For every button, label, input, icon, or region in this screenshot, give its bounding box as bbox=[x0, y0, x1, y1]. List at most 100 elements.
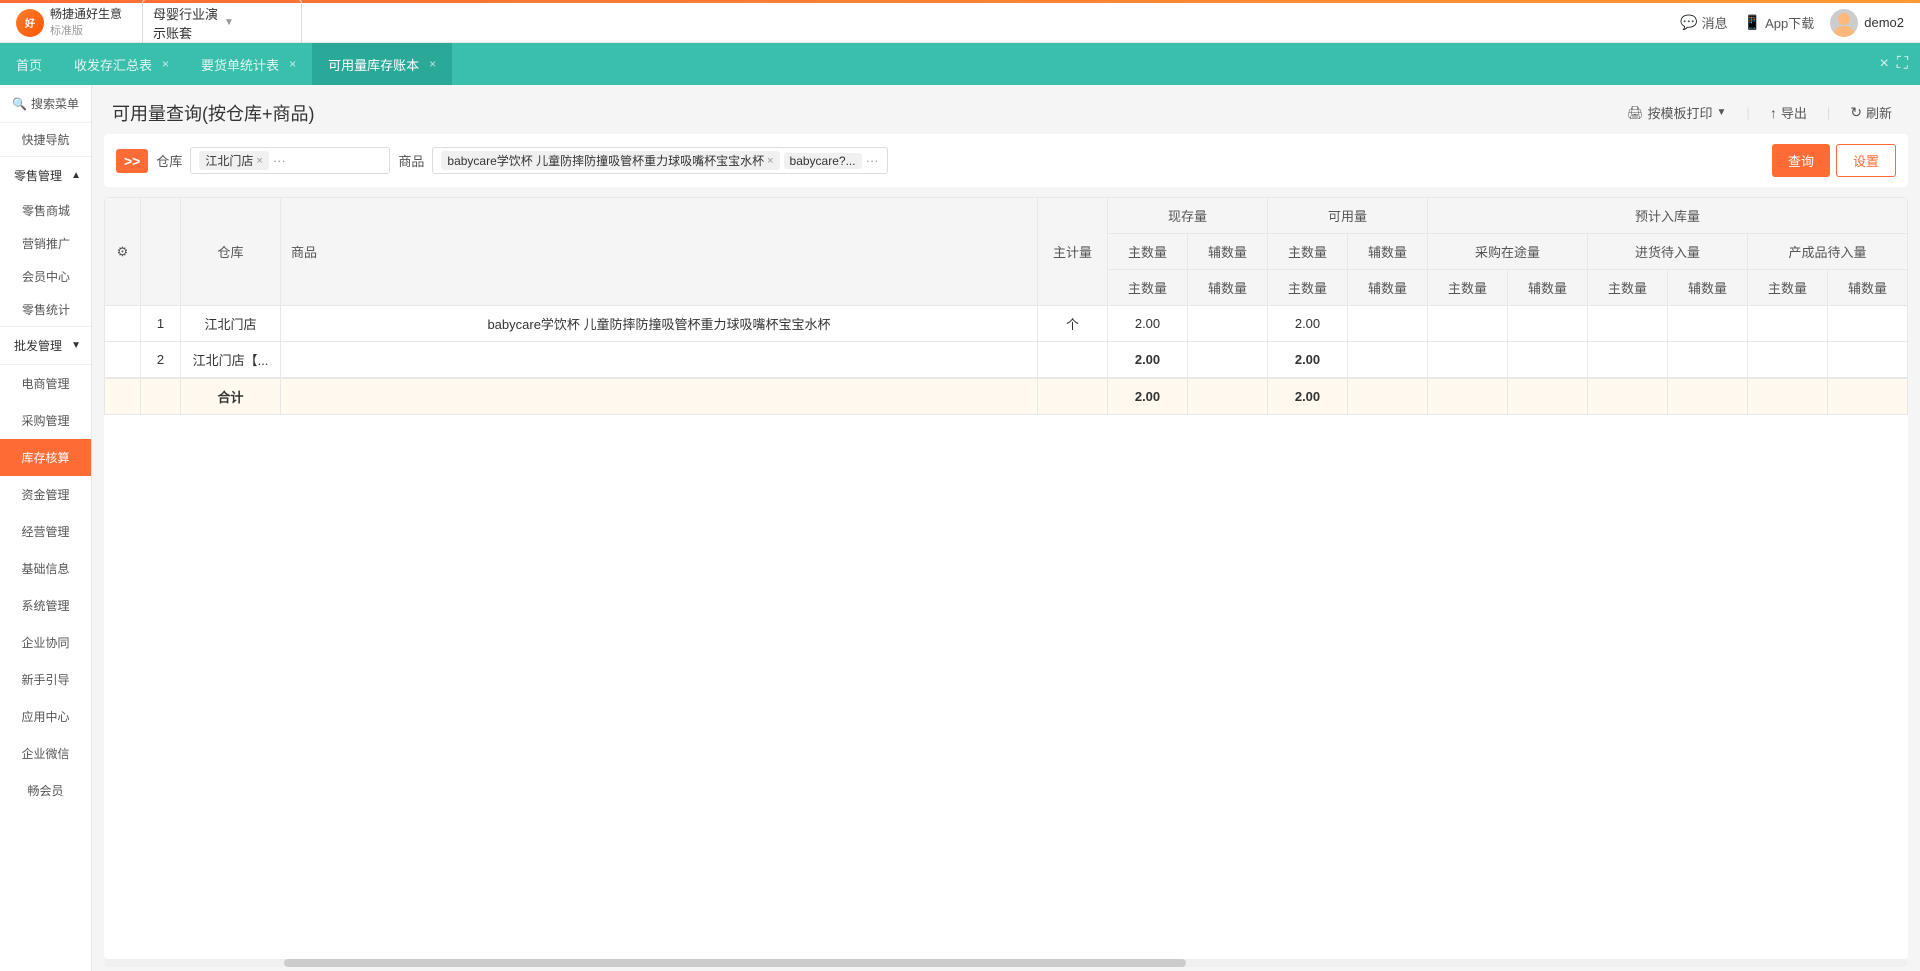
sidebar-item-system-mgmt[interactable]: 系统管理 bbox=[0, 587, 91, 624]
tab-available-stock[interactable]: 可用量库存账本 × bbox=[312, 43, 452, 85]
product-tag-1: babycare学饮杯 儿童防摔防撞吸管杯重力球吸嘴杯宝宝水杯 × bbox=[441, 151, 779, 170]
th-av-main: 主数量 bbox=[1268, 270, 1348, 306]
row1-prod-aux bbox=[1828, 306, 1908, 342]
sidebar-app-center-label: 应用中心 bbox=[21, 708, 69, 725]
sidebar-item-purchase-mgmt[interactable]: 采购管理 bbox=[0, 402, 91, 439]
row2-pur-aux bbox=[1508, 342, 1588, 379]
row1-warehouse: 江北门店 bbox=[181, 306, 281, 342]
product-tag-1-text: babycare学饮杯 儿童防摔防撞吸管杯重力球吸嘴杯宝宝水杯 bbox=[447, 152, 764, 169]
sidebar-item-marketing[interactable]: 营销推广 bbox=[0, 227, 91, 260]
footer-prod-aux bbox=[1828, 378, 1908, 415]
th-pend-aux: 辅数量 bbox=[1668, 270, 1748, 306]
th-pur-aux: 辅数量 bbox=[1508, 270, 1588, 306]
tab-collection-close[interactable]: × bbox=[162, 57, 169, 71]
tab-order-stats-label: 要货单统计表 bbox=[201, 55, 279, 74]
tab-available-stock-label: 可用量库存账本 bbox=[328, 55, 419, 74]
print-template-btn[interactable]: 🖨 按模板打印 ▼ bbox=[1619, 99, 1734, 126]
th-av-aux: 辅数量 bbox=[1348, 270, 1428, 306]
content-area: 可用量查询(按仓库+商品) 🖨 按模板打印 ▼ | ↑ 导出 | ↻ 刷新 bbox=[92, 85, 1920, 971]
divider2: | bbox=[1827, 105, 1830, 120]
tab-available-stock-close[interactable]: × bbox=[429, 57, 436, 71]
message-btn[interactable]: 消息 bbox=[1680, 13, 1727, 32]
sidebar-item-retail-mall[interactable]: 零售商城 bbox=[0, 194, 91, 227]
print-chevron-icon: ▼ bbox=[1717, 107, 1727, 118]
th-prod-aux: 辅数量 bbox=[1828, 270, 1908, 306]
tab-bar-actions: × ⛶ bbox=[1867, 43, 1920, 85]
sidebar-item-enterprise-wechat[interactable]: 企业微信 bbox=[0, 735, 91, 772]
sidebar-item-ecommerce-mgmt[interactable]: 电商管理 bbox=[0, 365, 91, 402]
logo-sub: 标准版 bbox=[50, 22, 122, 38]
scrollbar-thumb[interactable] bbox=[284, 959, 1186, 967]
logo-area: 好 畅捷通好生意 标准版 bbox=[16, 7, 122, 39]
tab-home-label: 首页 bbox=[16, 55, 42, 74]
message-icon bbox=[1680, 14, 1697, 31]
tab-order-stats[interactable]: 要货单统计表 × bbox=[185, 43, 312, 85]
sidebar-section-retail: 零售管理 ▲ 零售商城 营销推广 会员中心 零售统计 bbox=[0, 157, 91, 327]
sidebar-enterprise-wechat-label: 企业微信 bbox=[21, 745, 69, 762]
query-btn[interactable]: 查询 bbox=[1772, 144, 1830, 177]
tab-close-all-btn[interactable]: × bbox=[1879, 55, 1888, 73]
sidebar-item-vip-member[interactable]: 畅会员 bbox=[0, 772, 91, 809]
sidebar-item-app-center[interactable]: 应用中心 bbox=[0, 698, 91, 735]
horizontal-scrollbar[interactable] bbox=[104, 959, 1908, 967]
product-filter-ellipsis: ··· bbox=[866, 153, 879, 168]
top-bar-left: 好 畅捷通好生意 标准版 母婴行业演示账套 ▼ bbox=[16, 0, 302, 47]
data-table: ⚙ 仓库 商品 主计量 现存量 bbox=[104, 197, 1908, 415]
sidebar-item-wholesale-mgmt[interactable]: 批发管理 ▼ bbox=[0, 327, 91, 364]
app-label: App下载 bbox=[1765, 13, 1814, 32]
th-settings[interactable]: ⚙ bbox=[105, 198, 141, 306]
footer-settings bbox=[105, 378, 141, 415]
th-cs-aux: 辅数量 bbox=[1188, 270, 1268, 306]
org-selector[interactable]: 母婴行业演示账套 ▼ bbox=[142, 0, 302, 47]
sidebar-item-inventory-check[interactable]: 库存核算 bbox=[0, 439, 91, 476]
app-download-btn[interactable]: App下载 bbox=[1744, 13, 1815, 32]
footer-pend-main bbox=[1588, 378, 1668, 415]
sidebar-item-operations-mgmt[interactable]: 经营管理 bbox=[0, 513, 91, 550]
product-tag-1-close[interactable]: × bbox=[767, 155, 773, 167]
sidebar-operations-label: 经营管理 bbox=[21, 523, 69, 540]
top-bar: 好 畅捷通好生意 标准版 母婴行业演示账套 ▼ 消息 App下载 demo2 bbox=[0, 3, 1920, 43]
row2-product bbox=[281, 342, 1038, 379]
tab-collection-label: 收发存汇总表 bbox=[74, 55, 152, 74]
sidebar-item-member-center[interactable]: 会员中心 bbox=[0, 260, 91, 293]
tab-home[interactable]: 首页 bbox=[0, 43, 58, 85]
filter-toggle-btn[interactable]: >> bbox=[116, 149, 148, 173]
tab-order-stats-close[interactable]: × bbox=[289, 57, 296, 71]
org-name: 母婴行业演示账套 bbox=[153, 4, 220, 42]
sidebar-finance-label: 资金管理 bbox=[21, 486, 69, 503]
table-footer-row: 合计 2.00 2.00 bbox=[105, 378, 1908, 415]
footer-label: 合计 bbox=[181, 378, 281, 415]
tab-collection[interactable]: 收发存汇总表 × bbox=[58, 43, 185, 85]
export-btn[interactable]: ↑ 导出 bbox=[1762, 99, 1815, 126]
sidebar-item-retail-stats[interactable]: 零售统计 bbox=[0, 293, 91, 326]
refresh-label: 刷新 bbox=[1866, 103, 1892, 122]
sidebar-item-finance-mgmt[interactable]: 资金管理 bbox=[0, 476, 91, 513]
row1-available-main: 2.00 bbox=[1268, 306, 1348, 342]
chevron-down-icon: ▼ bbox=[224, 17, 291, 28]
settings-btn[interactable]: 设置 bbox=[1836, 144, 1896, 177]
sidebar-item-retail-mgmt[interactable]: 零售管理 ▲ bbox=[0, 157, 91, 194]
sidebar-new-guide-label: 新手引导 bbox=[21, 671, 69, 688]
warehouse-tag-1-close[interactable]: × bbox=[256, 155, 262, 167]
sidebar-search-label: 搜索菜单 bbox=[31, 95, 79, 112]
row1-pur-aux bbox=[1508, 306, 1588, 342]
row1-product: babycare学饮杯 儿童防摔防撞吸管杯重力球吸嘴杯宝宝水杯 bbox=[281, 306, 1038, 342]
refresh-btn[interactable]: ↻ 刷新 bbox=[1842, 99, 1900, 126]
sidebar-item-new-guide[interactable]: 新手引导 bbox=[0, 661, 91, 698]
product-filter-input[interactable]: babycare学饮杯 儿童防摔防撞吸管杯重力球吸嘴杯宝宝水杯 × babyca… bbox=[432, 147, 887, 174]
row2-available-main: 2.00 bbox=[1268, 342, 1348, 379]
sidebar-item-basic-info[interactable]: 基础信息 bbox=[0, 550, 91, 587]
row1-current-main: 2.00 bbox=[1108, 306, 1188, 342]
sidebar-item-enterprise-collab[interactable]: 企业协同 bbox=[0, 624, 91, 661]
sidebar-quick-nav[interactable]: 快捷导航 bbox=[0, 123, 91, 157]
row1-prod-main bbox=[1748, 306, 1828, 342]
quick-nav-label: 快捷导航 bbox=[21, 131, 69, 148]
row1-settings bbox=[105, 306, 141, 342]
warehouse-filter-input[interactable]: 江北门店 × ··· bbox=[190, 147, 390, 174]
warehouse-filter-label: 仓库 bbox=[156, 151, 182, 170]
tab-fullscreen-btn[interactable]: ⛶ bbox=[1897, 55, 1908, 73]
th-prod-main: 主数量 bbox=[1748, 270, 1828, 306]
sidebar-search-btn[interactable]: 🔍 搜索菜单 bbox=[0, 85, 91, 123]
th-available-aux: 辅数量 bbox=[1348, 234, 1428, 270]
user-area[interactable]: demo2 bbox=[1830, 9, 1904, 37]
